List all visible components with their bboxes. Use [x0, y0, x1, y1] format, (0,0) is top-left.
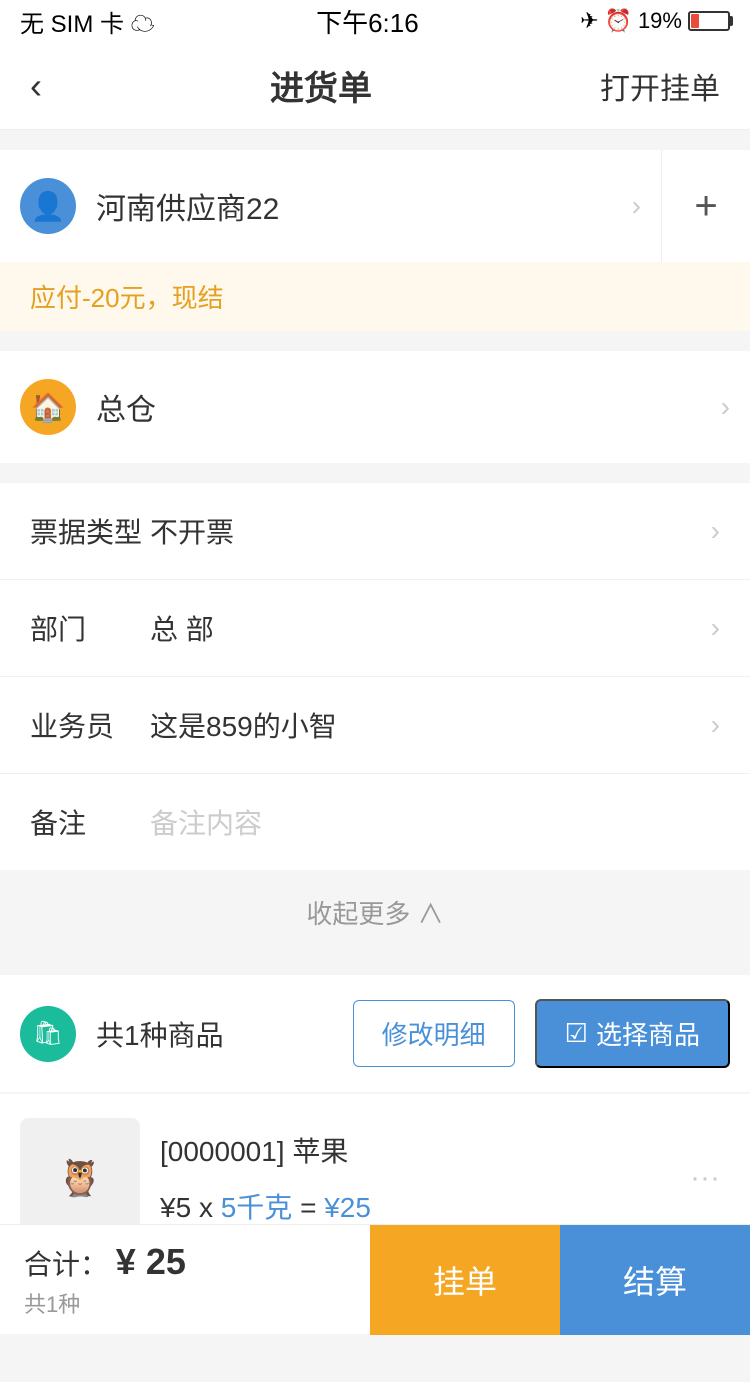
- unit-price: ¥5: [160, 1192, 191, 1223]
- note-label: 备注: [30, 802, 150, 842]
- total-count: 共1种: [24, 1287, 346, 1319]
- supplier-section: 👤 河南供应商22 › +: [0, 150, 750, 262]
- warehouse-section[interactable]: 🏠 总仓 ›: [0, 351, 750, 463]
- salesperson-value: 这是859的小智: [150, 705, 711, 745]
- note-row[interactable]: 备注 备注内容: [0, 774, 750, 870]
- gap-2: [0, 955, 750, 975]
- hang-button[interactable]: 挂单: [370, 1225, 560, 1335]
- total-row: 合计： ¥ 25: [24, 1241, 346, 1283]
- bottom-bar: 合计： ¥ 25 共1种 挂单 结算: [0, 1224, 750, 1334]
- status-bar: 无 SIM 卡 ☁ 下午6:16 ✈ ⏰ 19%: [0, 0, 750, 42]
- supplier-avatar: 👤: [20, 178, 76, 234]
- sim-status: 无 SIM 卡 ☁: [20, 4, 155, 39]
- invoice-value: 不开票: [150, 511, 711, 551]
- dept-label: 部门: [30, 608, 150, 648]
- note-input[interactable]: 备注内容: [150, 802, 720, 842]
- supplier-selector[interactable]: 👤 河南供应商22 ›: [0, 150, 662, 262]
- nav-bar: ‹ 进货单 打开挂单: [0, 42, 750, 130]
- notice-banner: 应付-20元，现结: [0, 262, 750, 331]
- collapse-button[interactable]: 收起更多 ∧: [0, 870, 750, 955]
- more-options-button[interactable]: ···: [680, 1151, 730, 1205]
- invoice-label: 票据类型: [30, 511, 150, 551]
- supplier-name: 河南供应商22: [96, 184, 632, 228]
- add-supplier-button[interactable]: +: [662, 150, 750, 262]
- open-hang-button[interactable]: 打开挂单: [600, 64, 720, 108]
- chevron-right-icon: ›: [711, 709, 720, 741]
- edit-detail-button[interactable]: 修改明细: [353, 1000, 515, 1067]
- location-icon: ✈: [580, 8, 598, 34]
- status-left: 无 SIM 卡 ☁: [20, 4, 155, 39]
- page-title: 进货单: [270, 61, 372, 110]
- invoice-row[interactable]: 票据类型 不开票 ›: [0, 483, 750, 580]
- warehouse-icon: 🏠: [20, 379, 76, 435]
- product-count: 共1种商品: [96, 1014, 333, 1054]
- equals: =: [300, 1192, 324, 1223]
- battery-icon: [688, 11, 730, 31]
- price-separator: x: [199, 1192, 221, 1223]
- status-time: 下午6:16: [316, 3, 419, 40]
- total-section: 合计： ¥ 25 共1种: [0, 1241, 370, 1319]
- chevron-right-icon: ›: [711, 612, 720, 644]
- product-info: [0000001] 苹果 ¥5 x 5千克 = ¥25: [160, 1130, 680, 1226]
- status-right: ✈ ⏰ 19%: [580, 8, 730, 34]
- product-name: [0000001] 苹果: [160, 1130, 680, 1170]
- checkout-button[interactable]: 结算: [560, 1225, 750, 1335]
- home-icon: 🏠: [31, 391, 66, 424]
- dept-row[interactable]: 部门 总 部 ›: [0, 580, 750, 677]
- battery-percent: 19%: [638, 8, 682, 34]
- dept-value: 总 部: [150, 608, 711, 648]
- quantity: 5千克: [221, 1192, 293, 1223]
- product-icon: 🛍: [20, 1006, 76, 1062]
- form-section: 票据类型 不开票 › 部门 总 部 › 业务员 这是859的小智 › 备注 备注…: [0, 483, 750, 870]
- user-icon: 👤: [31, 190, 66, 223]
- chevron-right-icon: ›: [721, 391, 730, 423]
- select-product-label: 选择商品: [596, 1015, 700, 1052]
- salesperson-row[interactable]: 业务员 这是859的小智 ›: [0, 677, 750, 774]
- total-label: 合计：: [24, 1249, 108, 1280]
- product-thumbnail: 🦉: [20, 1118, 140, 1238]
- product-price: ¥5 x 5千克 = ¥25: [160, 1186, 680, 1226]
- select-product-button[interactable]: ☑ 选择商品: [535, 999, 730, 1068]
- chevron-right-icon: ›: [711, 515, 720, 547]
- product-code: [0000001]: [160, 1136, 285, 1167]
- back-button[interactable]: ‹: [30, 65, 42, 107]
- item-total: ¥25: [324, 1192, 371, 1223]
- alarm-icon: ⏰: [605, 8, 632, 34]
- owl-icon: 🦉: [58, 1157, 103, 1199]
- warehouse-name: 总仓: [96, 385, 721, 429]
- select-icon: ☑: [565, 1018, 588, 1049]
- chevron-right-icon: ›: [632, 190, 641, 222]
- product-title: 苹果: [292, 1136, 348, 1167]
- bag-icon: 🛍: [33, 1019, 63, 1048]
- gap-1: [0, 130, 750, 150]
- salesperson-label: 业务员: [30, 705, 150, 745]
- product-header: 🛍 共1种商品 修改明细 ☑ 选择商品: [0, 975, 750, 1092]
- total-amount: ¥ 25: [116, 1241, 186, 1282]
